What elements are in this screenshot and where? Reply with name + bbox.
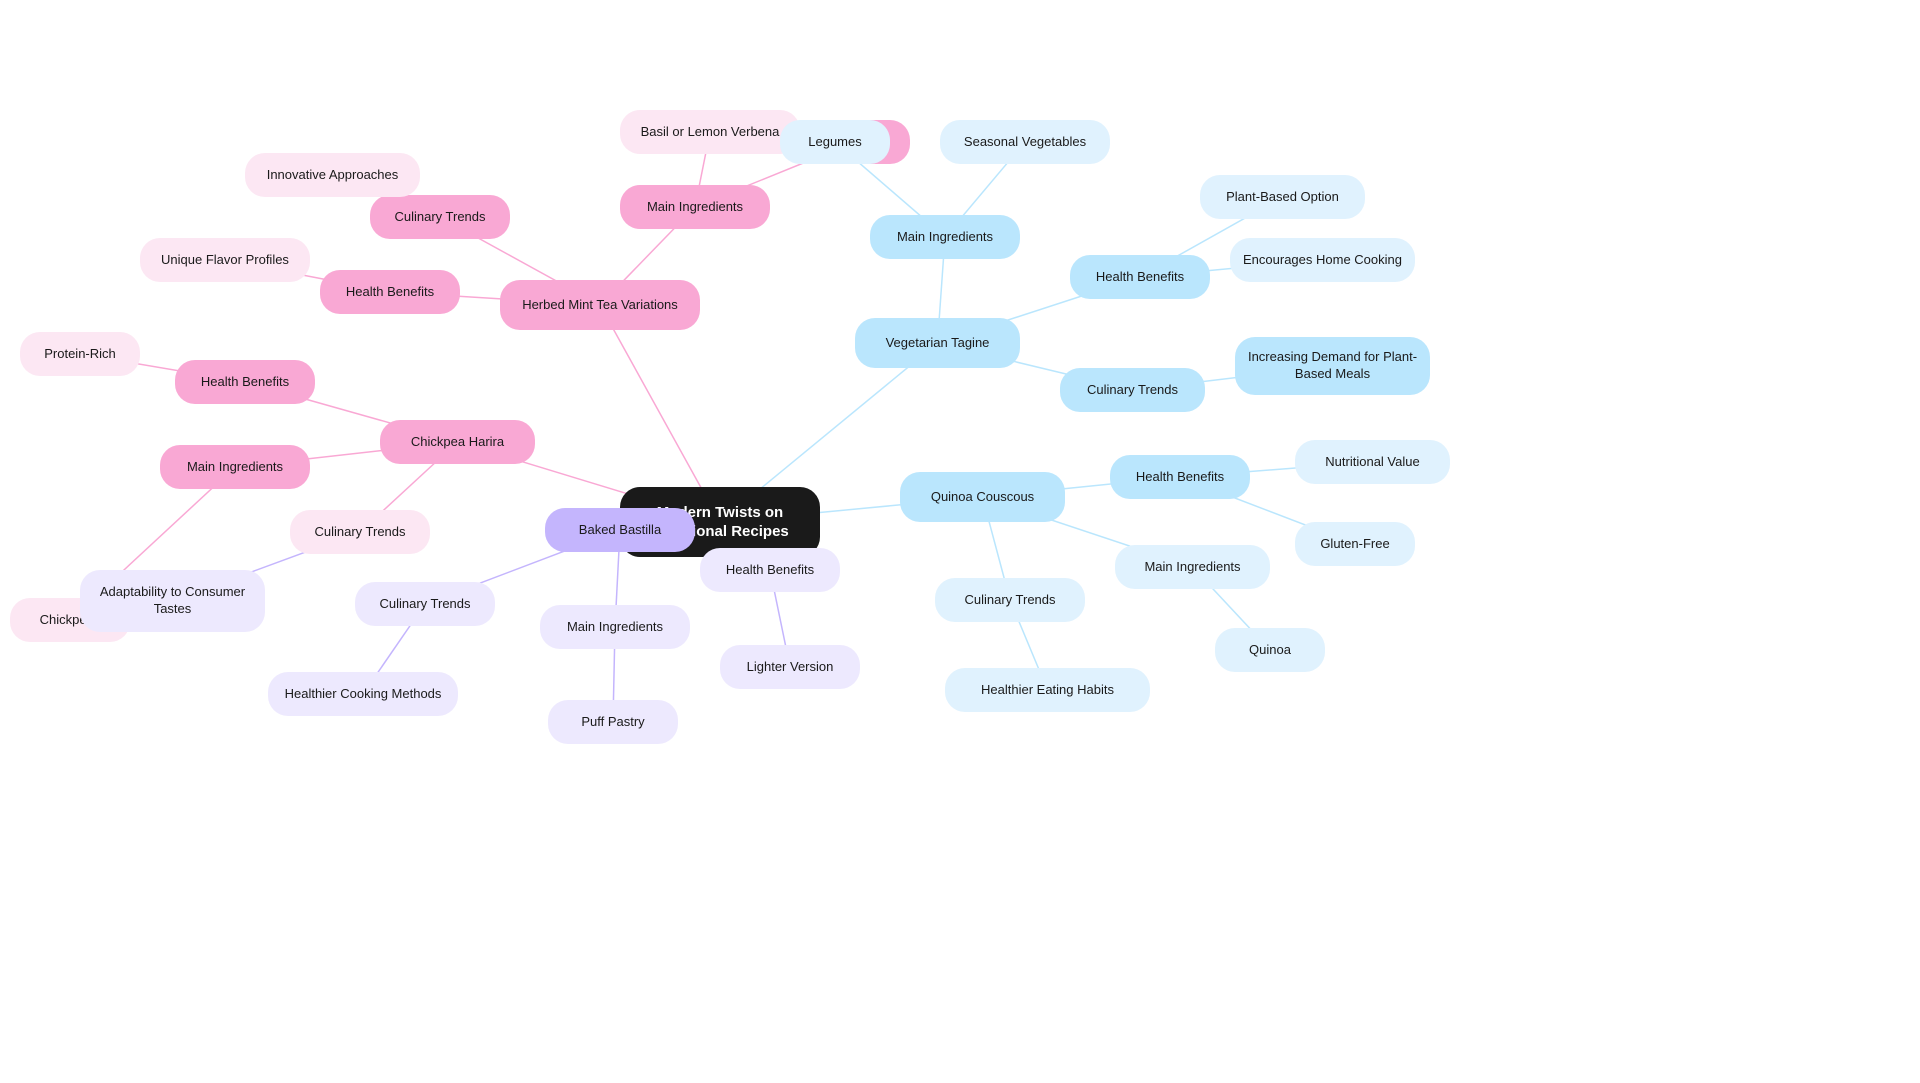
node-increasing-demand: Increasing Demand for Plant-Based Meals bbox=[1235, 337, 1430, 395]
node-health-benefits-pink2: Health Benefits bbox=[175, 360, 315, 404]
node-main-ingredients-blue: Main Ingredients bbox=[870, 215, 1020, 259]
node-quinoa-node: Quinoa bbox=[1215, 628, 1325, 672]
node-healthier-eating: Healthier Eating Habits bbox=[945, 668, 1150, 712]
node-culinary-trends-blue2: Culinary Trends bbox=[935, 578, 1085, 622]
node-health-benefits-blue2: Health Benefits bbox=[1110, 455, 1250, 499]
node-encourages-home: Encourages Home Cooking bbox=[1230, 238, 1415, 282]
node-protein-rich: Protein-Rich bbox=[20, 332, 140, 376]
node-lighter-version: Lighter Version bbox=[720, 645, 860, 689]
node-main-ingredients-pink2: Main Ingredients bbox=[160, 445, 310, 489]
node-quinoa-couscous: Quinoa Couscous bbox=[900, 472, 1065, 522]
node-legumes: Legumes bbox=[780, 120, 890, 164]
node-nutritional-value: Nutritional Value bbox=[1295, 440, 1450, 484]
node-plant-based-option: Plant-Based Option bbox=[1200, 175, 1365, 219]
node-main-ingredients-purple: Main Ingredients bbox=[540, 605, 690, 649]
node-culinary-trends-pink2: Culinary Trends bbox=[290, 510, 430, 554]
node-culinary-trends-pink: Culinary Trends bbox=[370, 195, 510, 239]
node-main-ingredients-blue2: Main Ingredients bbox=[1115, 545, 1270, 589]
node-gluten-free: Gluten-Free bbox=[1295, 522, 1415, 566]
node-baked-bastilla: Baked Bastilla bbox=[545, 508, 695, 552]
node-basil-lemon: Basil or Lemon Verbena bbox=[620, 110, 800, 154]
node-culinary-trends-purple: Culinary Trends bbox=[355, 582, 495, 626]
node-healthier-cooking: Healthier Cooking Methods bbox=[268, 672, 458, 716]
node-main-ingredients-pink: Main Ingredients bbox=[620, 185, 770, 229]
node-chickpea-harira: Chickpea Harira bbox=[380, 420, 535, 464]
node-health-benefits-pink: Health Benefits bbox=[320, 270, 460, 314]
node-adaptability: Adaptability to Consumer Tastes bbox=[80, 570, 265, 632]
node-health-benefits-blue: Health Benefits bbox=[1070, 255, 1210, 299]
node-seasonal-veg: Seasonal Vegetables bbox=[940, 120, 1110, 164]
node-unique-flavor: Unique Flavor Profiles bbox=[140, 238, 310, 282]
node-innovative-approaches: Innovative Approaches bbox=[245, 153, 420, 197]
node-vegetarian-tagine: Vegetarian Tagine bbox=[855, 318, 1020, 368]
node-herbed-mint-tea: Herbed Mint Tea Variations bbox=[500, 280, 700, 330]
node-puff-pastry: Puff Pastry bbox=[548, 700, 678, 744]
node-culinary-trends-blue: Culinary Trends bbox=[1060, 368, 1205, 412]
node-health-benefits-purple: Health Benefits bbox=[700, 548, 840, 592]
